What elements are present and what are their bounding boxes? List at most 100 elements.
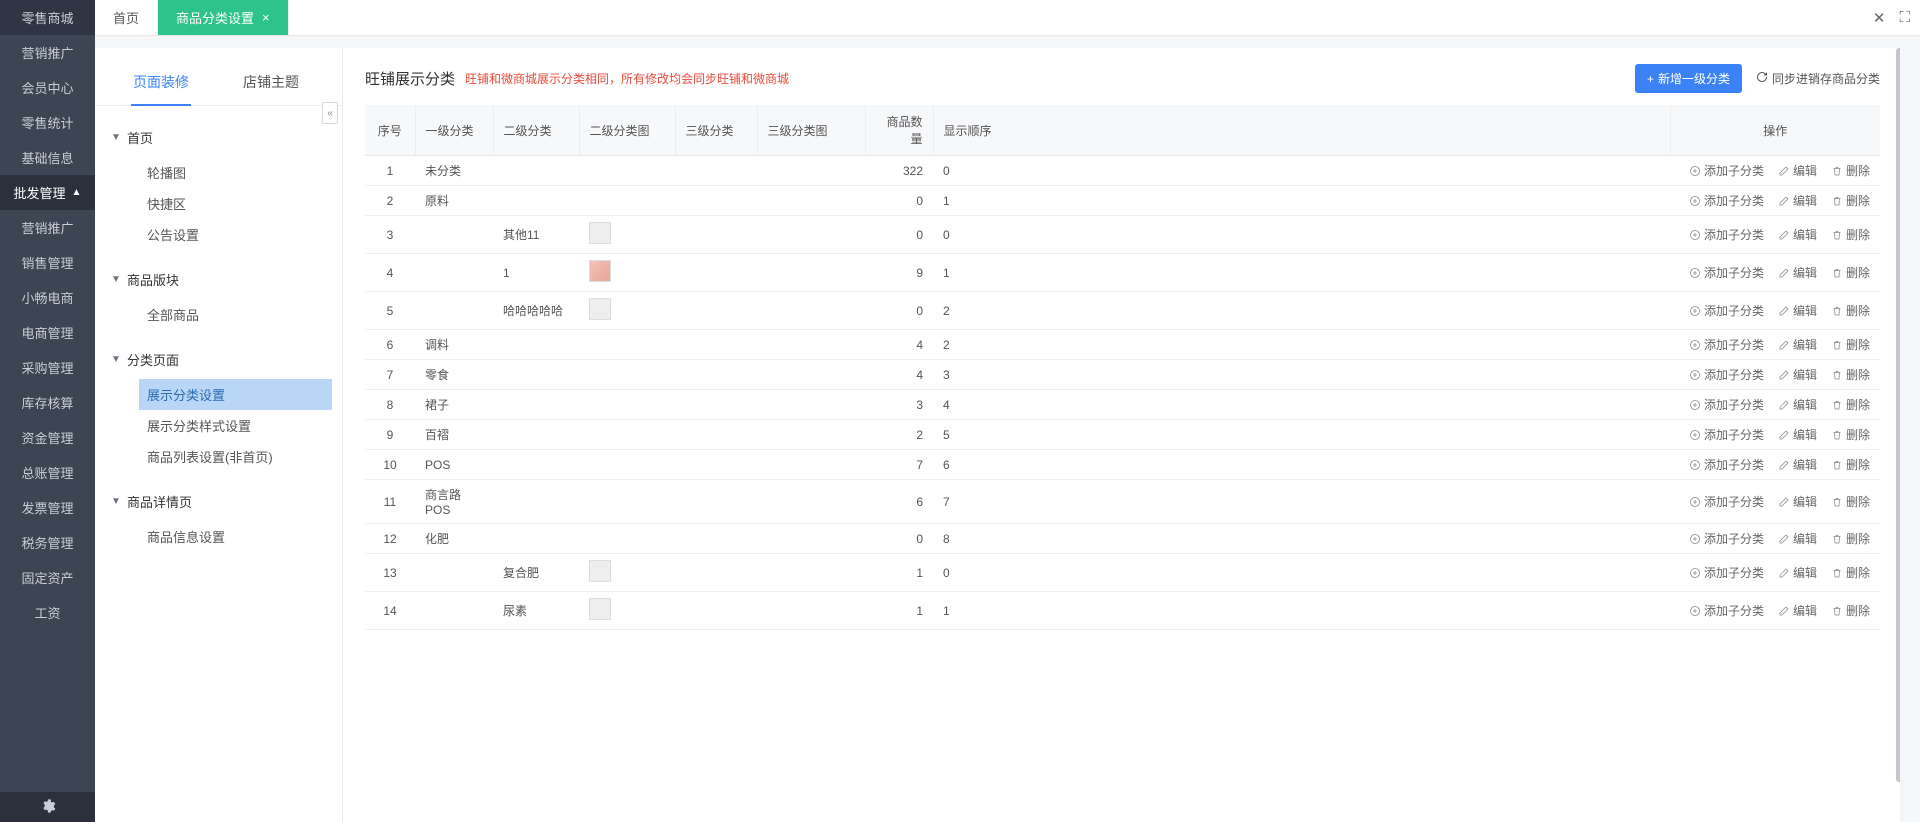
delete-button[interactable]: 删除 <box>1831 192 1870 209</box>
edit-button[interactable]: 编辑 <box>1778 493 1817 510</box>
add-child-button[interactable]: 添加子分类 <box>1689 493 1764 510</box>
sync-categories-button[interactable]: 同步进销存商品分类 <box>1756 70 1880 87</box>
collapse-sidebar-button[interactable]: « <box>322 102 338 124</box>
edit-button[interactable]: 编辑 <box>1778 226 1817 243</box>
delete-button[interactable]: 删除 <box>1831 226 1870 243</box>
edit-button[interactable]: 编辑 <box>1778 602 1817 619</box>
delete-button[interactable]: 删除 <box>1831 530 1870 547</box>
close-all-tabs-icon[interactable]: ✕ <box>1873 9 1886 27</box>
cell-l3img <box>757 592 865 630</box>
tree-leaf[interactable]: 快捷区 <box>139 188 332 219</box>
edit-button[interactable]: 编辑 <box>1778 396 1817 413</box>
delete-button[interactable]: 删除 <box>1831 162 1870 179</box>
edit-button[interactable]: 编辑 <box>1778 366 1817 383</box>
cell-l2img <box>579 450 675 480</box>
tree-group-label: 商品详情页 <box>127 492 192 511</box>
fullscreen-icon[interactable]: ⛶ <box>1899 9 1910 26</box>
add-child-button[interactable]: 添加子分类 <box>1689 162 1764 179</box>
main-sidebar-item[interactable]: 销售管理 <box>0 245 95 280</box>
edit-button[interactable]: 编辑 <box>1778 426 1817 443</box>
add-child-button[interactable]: 添加子分类 <box>1689 336 1764 353</box>
table-row: 3 其他11 0 0 添加子分类 编辑 删除 <box>365 216 1880 254</box>
cell-seq: 2 <box>365 186 415 216</box>
add-child-button[interactable]: 添加子分类 <box>1689 426 1764 443</box>
delete-button[interactable]: 删除 <box>1831 366 1870 383</box>
tab[interactable]: 商品分类设置× <box>158 0 289 35</box>
edit-button[interactable]: 编辑 <box>1778 264 1817 281</box>
tree-group-header[interactable]: ▼ 首页 <box>109 124 332 151</box>
add-child-button[interactable]: 添加子分类 <box>1689 302 1764 319</box>
main-sidebar-item[interactable]: 采购管理 <box>0 350 95 385</box>
add-child-button[interactable]: 添加子分类 <box>1689 602 1764 619</box>
cell-seq: 4 <box>365 254 415 292</box>
sub-tab[interactable]: 页面装修 <box>131 64 191 106</box>
tree-leaf[interactable]: 展示分类样式设置 <box>139 410 332 441</box>
edit-button[interactable]: 编辑 <box>1778 456 1817 473</box>
cell-l3img <box>757 186 865 216</box>
main-sidebar-item[interactable]: 会员中心 <box>0 70 95 105</box>
main-sidebar-item[interactable]: 营销推广 <box>0 35 95 70</box>
cell-seq: 10 <box>365 450 415 480</box>
add-child-button[interactable]: 添加子分类 <box>1689 456 1764 473</box>
add-child-button[interactable]: 添加子分类 <box>1689 530 1764 547</box>
sub-tab[interactable]: 店铺主题 <box>241 64 301 106</box>
cell-l3 <box>675 216 757 254</box>
settings-button[interactable] <box>0 792 95 822</box>
main-sidebar-item[interactable]: 电商管理 <box>0 315 95 350</box>
tree-leaf[interactable]: 展示分类设置 <box>139 379 332 410</box>
edit-button[interactable]: 编辑 <box>1778 192 1817 209</box>
table-row: 12 化肥 0 8 添加子分类 编辑 删除 <box>365 524 1880 554</box>
add-child-button[interactable]: 添加子分类 <box>1689 366 1764 383</box>
add-child-button[interactable]: 添加子分类 <box>1689 226 1764 243</box>
edit-button[interactable]: 编辑 <box>1778 162 1817 179</box>
tree-leaf[interactable]: 商品信息设置 <box>139 521 332 552</box>
main-sidebar-item[interactable]: 营销推广 <box>0 210 95 245</box>
delete-button[interactable]: 删除 <box>1831 564 1870 581</box>
main-sidebar-item[interactable]: 库存核算 <box>0 385 95 420</box>
tree-group-header[interactable]: ▼ 分类页面 <box>109 346 332 373</box>
edit-button[interactable]: 编辑 <box>1778 336 1817 353</box>
th-l3img: 三级分类图 <box>757 105 865 156</box>
add-child-button[interactable]: 添加子分类 <box>1689 564 1764 581</box>
edit-button[interactable]: 编辑 <box>1778 302 1817 319</box>
main-sidebar-item[interactable]: 零售统计 <box>0 105 95 140</box>
main-sidebar-item[interactable]: 批发管理▲ <box>0 175 95 210</box>
panel-title: 旺铺展示分类 <box>365 68 455 89</box>
edit-button[interactable]: 编辑 <box>1778 564 1817 581</box>
main-sidebar-item[interactable]: 零售商城 <box>0 0 95 35</box>
tree-leaf[interactable]: 商品列表设置(非首页) <box>139 441 332 472</box>
sidebar-item-label: 零售统计 <box>21 113 73 132</box>
main-sidebar-item[interactable]: 小畅电商 <box>0 280 95 315</box>
tree-group-header[interactable]: ▼ 商品详情页 <box>109 488 332 515</box>
tree-leaf[interactable]: 轮播图 <box>139 157 332 188</box>
add-child-button[interactable]: 添加子分类 <box>1689 264 1764 281</box>
delete-button[interactable]: 删除 <box>1831 602 1870 619</box>
close-icon[interactable]: × <box>262 10 270 25</box>
delete-button[interactable]: 删除 <box>1831 396 1870 413</box>
tree-leaf[interactable]: 全部商品 <box>139 299 332 330</box>
main-sidebar-item[interactable]: 税务管理 <box>0 525 95 560</box>
main-sidebar-item[interactable]: 工资 <box>0 595 95 630</box>
cell-seq: 3 <box>365 216 415 254</box>
tree-group-header[interactable]: ▼ 商品版块 <box>109 266 332 293</box>
main-sidebar-item[interactable]: 固定资产 <box>0 560 95 595</box>
cell-seq: 8 <box>365 390 415 420</box>
edit-button[interactable]: 编辑 <box>1778 530 1817 547</box>
delete-button[interactable]: 删除 <box>1831 456 1870 473</box>
delete-button[interactable]: 删除 <box>1831 264 1870 281</box>
add-child-button[interactable]: 添加子分类 <box>1689 396 1764 413</box>
main-sidebar-item[interactable]: 基础信息 <box>0 140 95 175</box>
delete-button[interactable]: 删除 <box>1831 336 1870 353</box>
delete-button[interactable]: 删除 <box>1831 493 1870 510</box>
tree-leaf[interactable]: 公告设置 <box>139 219 332 250</box>
delete-button[interactable]: 删除 <box>1831 302 1870 319</box>
main-sidebar-item[interactable]: 总账管理 <box>0 455 95 490</box>
delete-button[interactable]: 删除 <box>1831 426 1870 443</box>
add-child-button[interactable]: 添加子分类 <box>1689 192 1764 209</box>
cell-l1: 裙子 <box>415 390 493 420</box>
add-top-category-button[interactable]: + 新增一级分类 <box>1635 64 1742 93</box>
main-sidebar-item[interactable]: 发票管理 <box>0 490 95 525</box>
main-sidebar-item[interactable]: 资金管理 <box>0 420 95 455</box>
tab[interactable]: 首页 <box>95 0 158 35</box>
cell-l3img <box>757 390 865 420</box>
